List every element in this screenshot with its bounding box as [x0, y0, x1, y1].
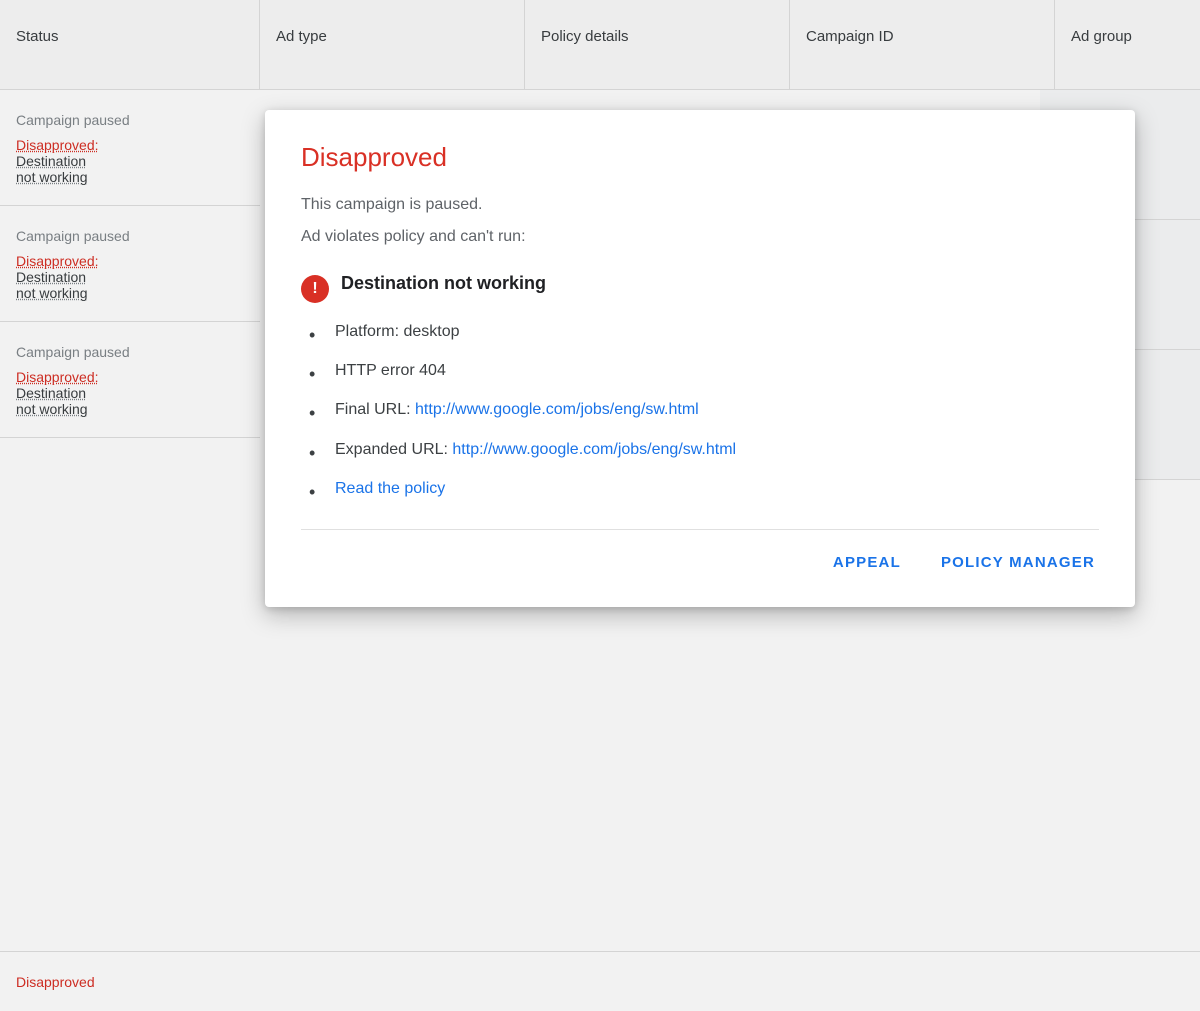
popup-violates: Ad violates policy and can't run: — [301, 225, 1099, 249]
appeal-button[interactable]: APPEAL — [829, 546, 905, 579]
bullet-platform: Platform: desktop — [301, 323, 1099, 348]
popup-actions: APPEAL POLICY MANAGER — [301, 529, 1099, 579]
bullet-final-url-label: Final URL: — [335, 401, 415, 419]
policy-manager-button[interactable]: POLICY MANAGER — [937, 546, 1099, 579]
final-url-link[interactable]: http://www.google.com/jobs/eng/sw.html — [415, 401, 699, 419]
popup-title: Disapproved — [301, 142, 1099, 173]
bullet-platform-text: Platform: desktop — [335, 323, 460, 341]
bullet-http-text: HTTP error 404 — [335, 362, 446, 380]
bullet-expanded-url: Expanded URL: http://www.google.com/jobs… — [301, 441, 1099, 466]
popup-bullets-list: Platform: desktop HTTP error 404 Final U… — [301, 323, 1099, 505]
popup-policy-title: Destination not working — [341, 273, 546, 294]
read-policy-link[interactable]: Read the policy — [335, 480, 445, 498]
bullet-final-url: Final URL: http://www.google.com/jobs/en… — [301, 401, 1099, 426]
bullet-expanded-url-label: Expanded URL: — [335, 441, 452, 459]
popup-policy-item: ! Destination not working — [301, 273, 1099, 303]
error-icon: ! — [301, 275, 329, 303]
popup-campaign-paused: This campaign is paused. — [301, 193, 1099, 217]
bullet-read-policy: Read the policy — [301, 480, 1099, 505]
popup-card: Disapproved This campaign is paused. Ad … — [265, 110, 1135, 607]
expanded-url-link[interactable]: http://www.google.com/jobs/eng/sw.html — [452, 441, 736, 459]
bullet-http: HTTP error 404 — [301, 362, 1099, 387]
